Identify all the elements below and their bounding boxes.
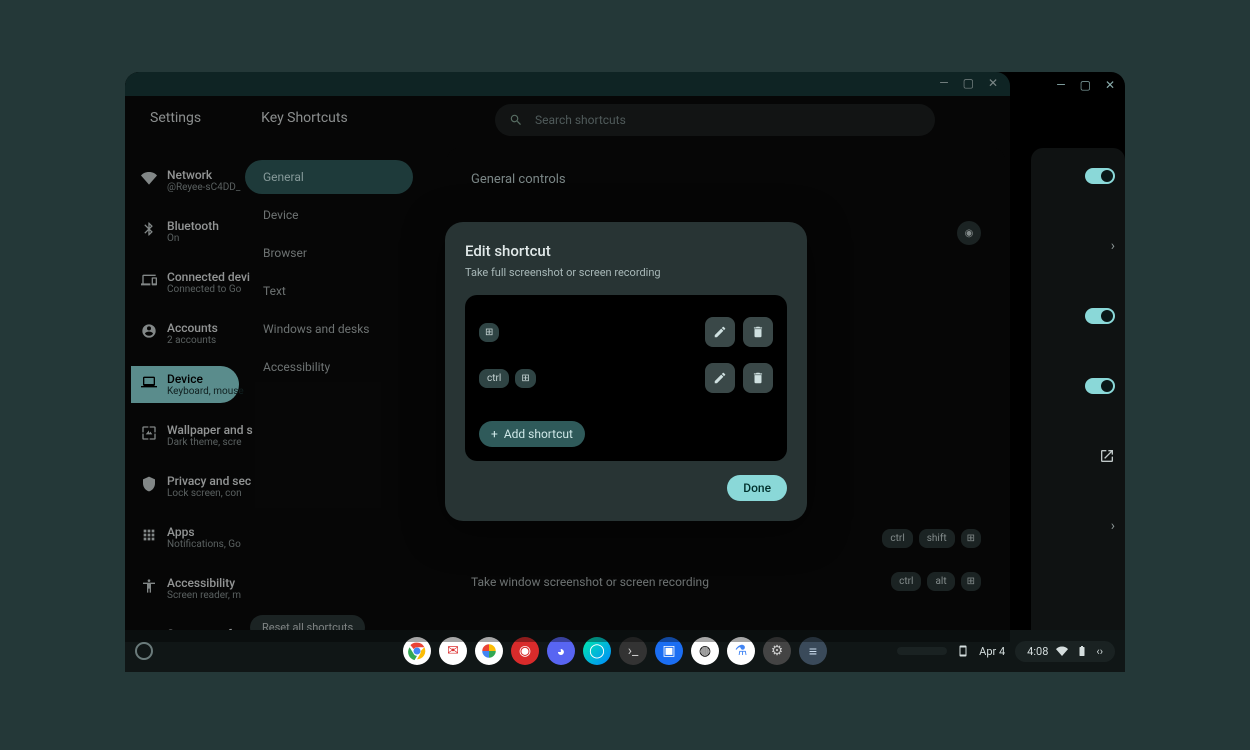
toggle-switch[interactable] <box>1085 168 1115 184</box>
toggle-switch[interactable] <box>1085 308 1115 324</box>
pencil-icon <box>713 325 727 339</box>
delete-button[interactable] <box>743 317 773 347</box>
edit-button[interactable] <box>705 363 735 393</box>
trash-icon <box>751 325 765 339</box>
settings-window: — ▢ ✕ Settings Key Shortcuts Search shor… <box>125 72 1010 642</box>
outer-window-controls: — ▢ ✕ <box>1056 78 1115 92</box>
desktop: — ▢ ✕ › › — ▢ ✕ Settings Key Shortcuts S… <box>125 72 1125 672</box>
add-shortcut-button[interactable]: + Add shortcut <box>479 421 585 447</box>
launcher-button[interactable] <box>135 642 153 660</box>
overview-key-icon: ⊞ <box>515 369 535 388</box>
dialog-title: Edit shortcut <box>465 242 787 260</box>
phone-icon[interactable] <box>957 645 969 657</box>
edit-shortcut-dialog: Edit shortcut Take full screenshot or sc… <box>445 222 807 521</box>
maximize-icon[interactable]: ▢ <box>1080 78 1091 92</box>
dialog-body: ⊞ ctrl ⊞ + <box>465 295 787 461</box>
status-date: Apr 4 <box>979 645 1005 658</box>
toggle-switch[interactable] <box>1085 378 1115 394</box>
status-area[interactable]: Apr 4 4:08 ‹› <box>897 641 1115 662</box>
status-tray[interactable]: 4:08 ‹› <box>1015 641 1115 662</box>
open-external-icon[interactable] <box>1099 448 1115 464</box>
edit-button[interactable] <box>705 317 735 347</box>
dev-mode-icon: ‹› <box>1096 645 1103 658</box>
battery-icon <box>1076 645 1088 657</box>
pencil-icon <box>713 371 727 385</box>
wifi-icon <box>1056 645 1068 657</box>
plus-icon: + <box>491 427 498 441</box>
delete-button[interactable] <box>743 363 773 393</box>
trash-icon <box>751 371 765 385</box>
chevron-right-icon[interactable]: › <box>1111 518 1115 534</box>
status-time: 4:08 <box>1027 645 1048 658</box>
shortcut-entry: ctrl ⊞ <box>479 355 773 401</box>
done-button[interactable]: Done <box>727 475 787 501</box>
quick-settings-pill[interactable] <box>897 647 947 655</box>
dialog-subtitle: Take full screenshot or screen recording <box>465 266 787 279</box>
underlying-panel-peek: › › <box>1031 148 1125 642</box>
minimize-icon[interactable]: — <box>1056 78 1065 92</box>
shortcut-entry: ⊞ <box>479 309 773 355</box>
close-icon[interactable]: ✕ <box>1105 78 1115 92</box>
overview-key-icon: ⊞ <box>479 323 499 342</box>
chevron-right-icon[interactable]: › <box>1111 238 1115 254</box>
